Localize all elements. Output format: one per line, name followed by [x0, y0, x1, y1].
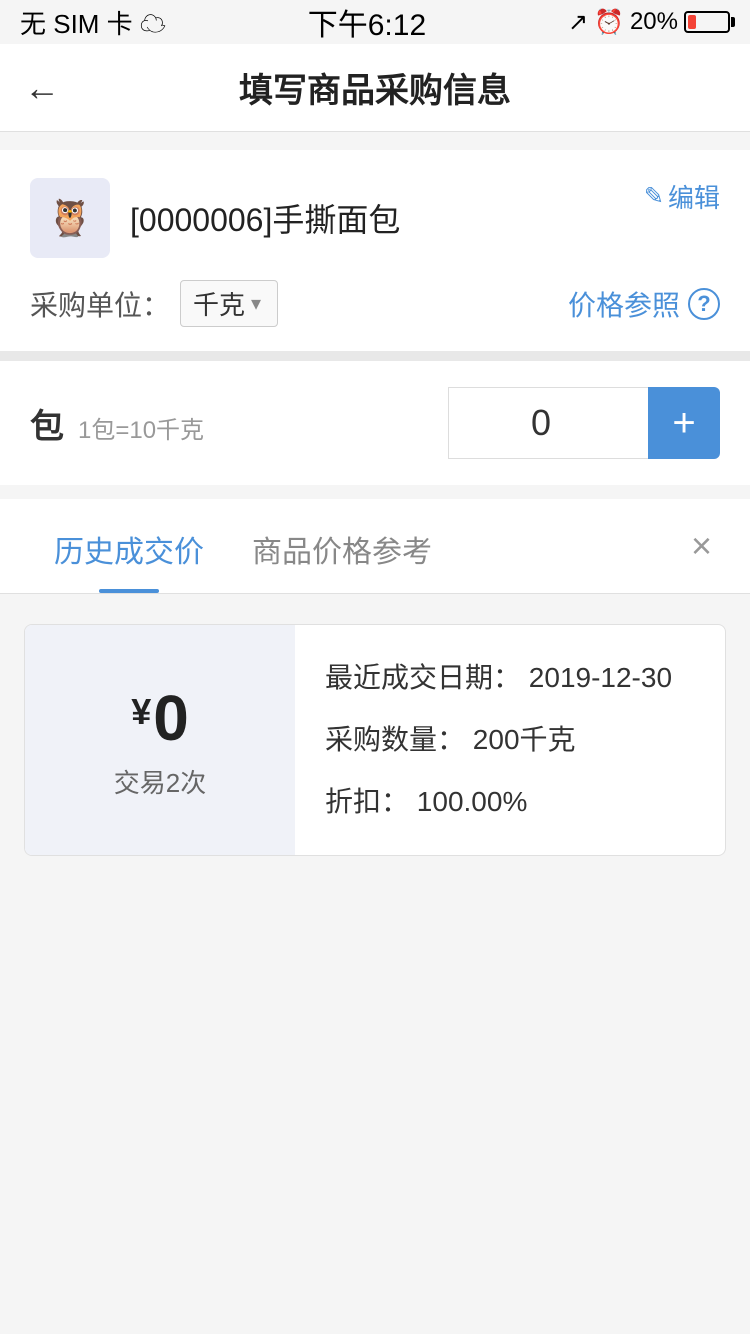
purchase-unit: 采购单位： 千克 ▾ [30, 280, 278, 327]
purchase-qty-row: 采购数量： 200千克 [325, 719, 695, 761]
nav-bar: ← 填写商品采购信息 [0, 44, 750, 132]
qty-label-group: 包 1包=10千克 [30, 399, 204, 448]
price-ref-button[interactable]: 价格参照 ? [568, 284, 720, 324]
product-name: [0000006]手撕面包 [130, 195, 400, 241]
qty-equiv-label: 1包=10千克 [78, 410, 204, 445]
help-circle-icon: ? [688, 288, 720, 320]
discount-value: 100.00% [417, 786, 528, 817]
purchase-qty-label: 采购数量： [325, 724, 465, 755]
plus-button[interactable]: + [648, 387, 720, 459]
product-left: 🦉 [0000006]手撕面包 [30, 178, 400, 258]
chevron-down-icon: ▾ [251, 291, 261, 316]
edit-label: 编辑 [668, 178, 720, 215]
status-right: ↗ ⏰ 20% [568, 8, 730, 37]
deal-right: 最近成交日期： 2019-12-30 采购数量： 200千克 折扣： 100.0… [295, 625, 725, 855]
unit-dropdown[interactable]: 千克 ▾ [180, 280, 278, 327]
purchase-unit-label: 采购单位： [30, 284, 170, 324]
owl-icon: 🦉 [48, 197, 93, 239]
quantity-input[interactable] [448, 387, 648, 459]
sim-wifi-label: 无 SIM 卡 ☁ [20, 4, 166, 41]
status-bar: 无 SIM 卡 ☁ 下午6:12 ↗ ⏰ 20% [0, 0, 750, 44]
tab-price-ref[interactable]: 商品价格参考 [228, 499, 456, 593]
deal-left: ¥ 0 交易2次 [25, 625, 295, 855]
edit-icon: ✎ [644, 182, 664, 211]
recent-date-value: 2019-12-30 [529, 662, 672, 693]
content-area: ¥ 0 交易2次 最近成交日期： 2019-12-30 采购数量： 200千克 … [0, 594, 750, 1194]
qty-input-group: + [448, 387, 720, 459]
qty-unit-label: 包 [30, 399, 64, 448]
tab-close-button[interactable]: × [683, 517, 720, 575]
edit-button[interactable]: ✎ 编辑 [644, 178, 720, 215]
purchase-qty-value: 200千克 [473, 724, 576, 755]
recent-date-row: 最近成交日期： 2019-12-30 [325, 657, 695, 699]
status-time: 下午6:12 [308, 0, 426, 44]
tabs-left: 历史成交价 商品价格参考 [30, 499, 456, 593]
tab-history-price[interactable]: 历史成交价 [30, 499, 228, 593]
discount-row: 折扣： 100.00% [325, 781, 695, 823]
page-title: 填写商品采购信息 [239, 63, 511, 112]
back-button[interactable]: ← [24, 67, 60, 109]
price-value: 0 [153, 681, 189, 755]
deal-card: ¥ 0 交易2次 最近成交日期： 2019-12-30 采购数量： 200千克 … [24, 624, 726, 856]
battery-icon [684, 11, 730, 33]
product-card: 🦉 [0000006]手撕面包 ✎ 编辑 采购单位： 千克 ▾ 价格参照 ? [0, 150, 750, 351]
status-left: 无 SIM 卡 ☁ [20, 4, 166, 41]
alarm-icon: ⏰ [594, 8, 624, 37]
battery-fill [688, 15, 696, 29]
trade-count: 交易2次 [114, 763, 206, 800]
product-meta: 采购单位： 千克 ▾ 价格参照 ? [30, 280, 720, 327]
recent-date-label: 最近成交日期： [325, 662, 521, 693]
discount-label: 折扣： [325, 786, 409, 817]
unit-value: 千克 [193, 285, 245, 322]
currency-symbol: ¥ [131, 691, 151, 733]
product-logo: 🦉 [30, 178, 110, 258]
battery-label: 20% [630, 8, 678, 36]
quantity-row: 包 1包=10千克 + [0, 361, 750, 485]
deal-price: ¥ 0 [131, 681, 189, 755]
location-icon: ↗ [568, 8, 588, 37]
price-ref-label: 价格参照 [568, 284, 680, 324]
tabs-container: 历史成交价 商品价格参考 × [0, 499, 750, 594]
section-divider [0, 351, 750, 361]
product-header: 🦉 [0000006]手撕面包 ✎ 编辑 [30, 178, 720, 258]
